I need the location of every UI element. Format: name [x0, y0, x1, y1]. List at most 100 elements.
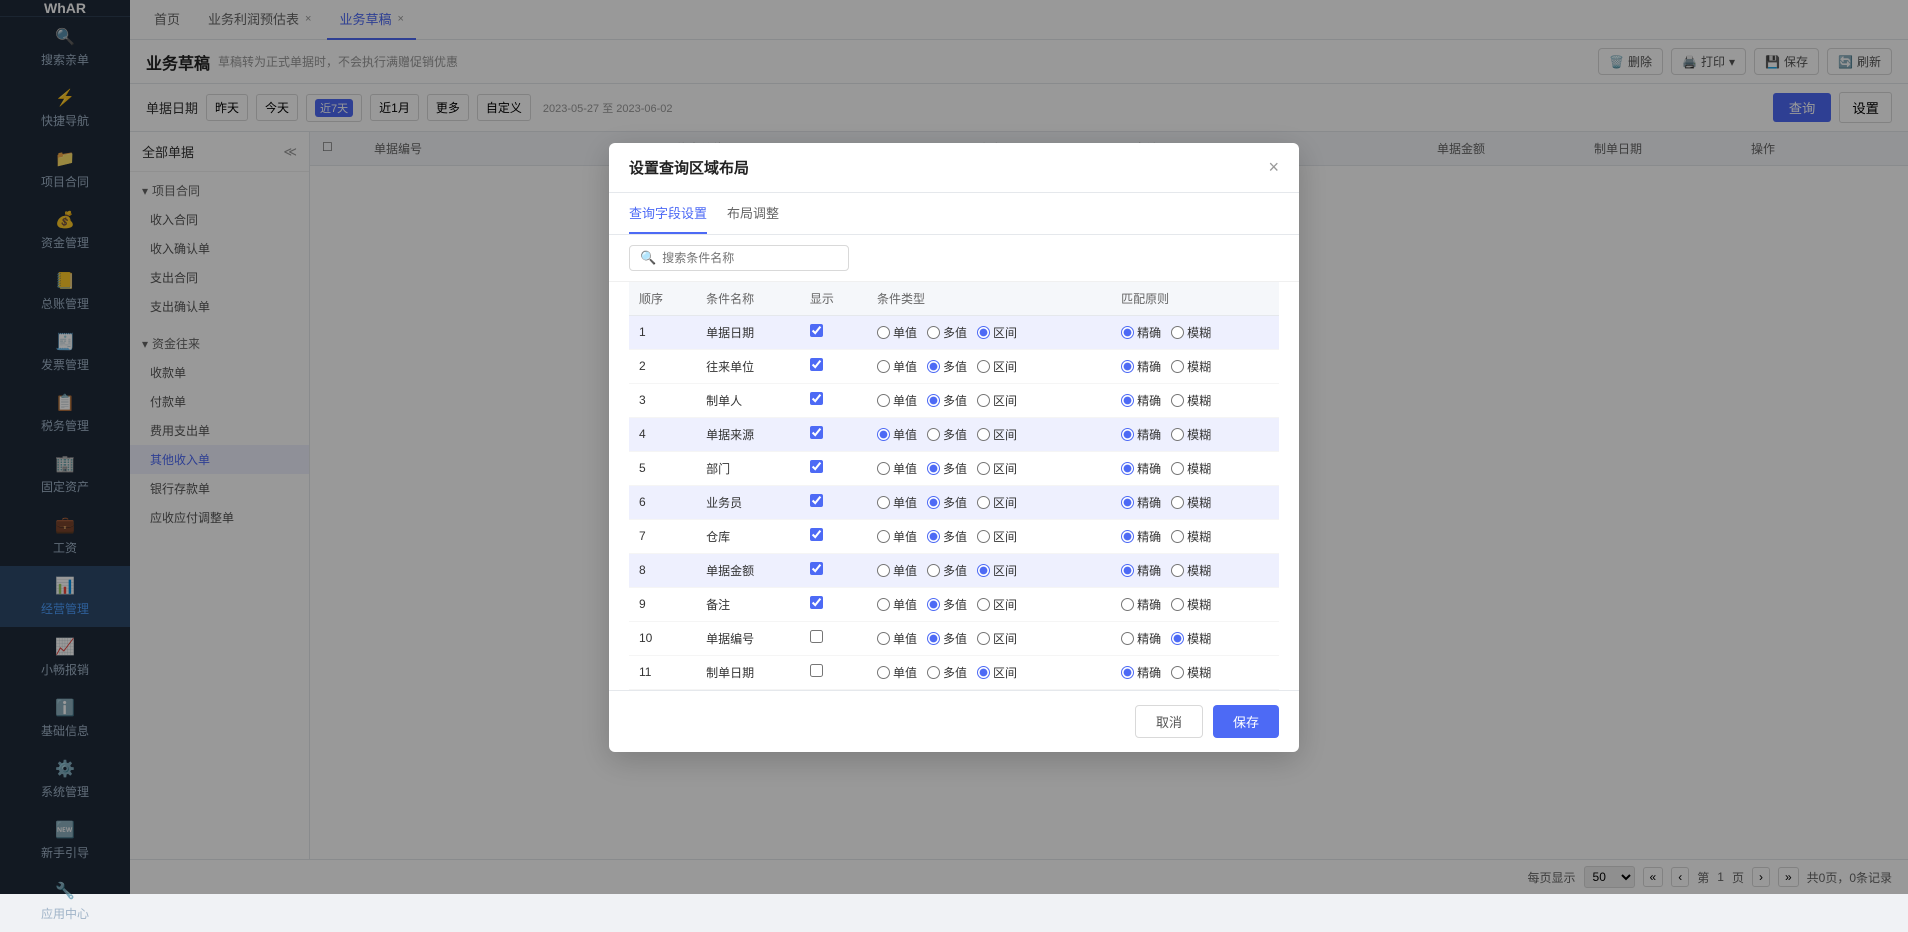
- display-checkbox[interactable]: [810, 494, 823, 507]
- type-radio-option[interactable]: 区间: [977, 494, 1017, 511]
- type-radio-单值[interactable]: [877, 428, 890, 441]
- type-radio-option[interactable]: 单值: [877, 528, 917, 545]
- type-radio-多值[interactable]: [927, 462, 940, 475]
- type-radio-多值[interactable]: [927, 632, 940, 645]
- match-radio-精确[interactable]: [1121, 530, 1134, 543]
- match-radio-精确[interactable]: [1121, 428, 1134, 441]
- type-radio-option[interactable]: 区间: [977, 664, 1017, 681]
- match-radio-option[interactable]: 模糊: [1171, 324, 1211, 341]
- display-checkbox[interactable]: [810, 562, 823, 575]
- match-radio-模糊[interactable]: [1171, 564, 1184, 577]
- match-radio-精确[interactable]: [1121, 360, 1134, 373]
- match-radio-模糊[interactable]: [1171, 326, 1184, 339]
- match-radio-option[interactable]: 模糊: [1171, 562, 1211, 579]
- type-radio-option[interactable]: 单值: [877, 562, 917, 579]
- type-radio-option[interactable]: 多值: [927, 460, 967, 477]
- type-radio-option[interactable]: 单值: [877, 630, 917, 647]
- type-radio-option[interactable]: 多值: [927, 358, 967, 375]
- type-radio-单值[interactable]: [877, 496, 890, 509]
- type-radio-单值[interactable]: [877, 632, 890, 645]
- display-checkbox[interactable]: [810, 630, 823, 643]
- type-radio-option[interactable]: 单值: [877, 494, 917, 511]
- type-radio-区间[interactable]: [977, 598, 990, 611]
- type-radio-区间[interactable]: [977, 632, 990, 645]
- match-radio-option[interactable]: 模糊: [1171, 664, 1211, 681]
- type-radio-多值[interactable]: [927, 360, 940, 373]
- match-radio-模糊[interactable]: [1171, 496, 1184, 509]
- match-radio-option[interactable]: 精确: [1121, 426, 1161, 443]
- type-radio-区间[interactable]: [977, 496, 990, 509]
- match-radio-模糊[interactable]: [1171, 530, 1184, 543]
- type-radio-option[interactable]: 单值: [877, 392, 917, 409]
- type-radio-多值[interactable]: [927, 598, 940, 611]
- match-radio-option[interactable]: 精确: [1121, 392, 1161, 409]
- type-radio-option[interactable]: 区间: [977, 392, 1017, 409]
- type-radio-区间[interactable]: [977, 564, 990, 577]
- modal-tab-layout-adjust[interactable]: 布局调整: [727, 193, 779, 234]
- match-radio-option[interactable]: 模糊: [1171, 426, 1211, 443]
- match-radio-模糊[interactable]: [1171, 394, 1184, 407]
- match-radio-option[interactable]: 模糊: [1171, 358, 1211, 375]
- type-radio-多值[interactable]: [927, 666, 940, 679]
- match-radio-模糊[interactable]: [1171, 666, 1184, 679]
- type-radio-区间[interactable]: [977, 666, 990, 679]
- type-radio-option[interactable]: 区间: [977, 324, 1017, 341]
- type-radio-option[interactable]: 多值: [927, 596, 967, 613]
- type-radio-option[interactable]: 单值: [877, 426, 917, 443]
- type-radio-option[interactable]: 单值: [877, 664, 917, 681]
- type-radio-单值[interactable]: [877, 326, 890, 339]
- type-radio-option[interactable]: 多值: [927, 494, 967, 511]
- modal-search-input[interactable]: [662, 251, 822, 265]
- type-radio-多值[interactable]: [927, 326, 940, 339]
- match-radio-option[interactable]: 模糊: [1171, 494, 1211, 511]
- match-radio-精确[interactable]: [1121, 564, 1134, 577]
- type-radio-区间[interactable]: [977, 462, 990, 475]
- display-checkbox[interactable]: [810, 460, 823, 473]
- type-radio-option[interactable]: 区间: [977, 562, 1017, 579]
- match-radio-模糊[interactable]: [1171, 598, 1184, 611]
- display-checkbox[interactable]: [810, 358, 823, 371]
- type-radio-单值[interactable]: [877, 564, 890, 577]
- match-radio-模糊[interactable]: [1171, 360, 1184, 373]
- type-radio-option[interactable]: 多值: [927, 392, 967, 409]
- type-radio-option[interactable]: 区间: [977, 426, 1017, 443]
- match-radio-option[interactable]: 精确: [1121, 596, 1161, 613]
- type-radio-单值[interactable]: [877, 360, 890, 373]
- match-radio-option[interactable]: 模糊: [1171, 528, 1211, 545]
- type-radio-option[interactable]: 区间: [977, 596, 1017, 613]
- type-radio-区间[interactable]: [977, 360, 990, 373]
- modal-tab-field-settings[interactable]: 查询字段设置: [629, 193, 707, 234]
- type-radio-option[interactable]: 多值: [927, 664, 967, 681]
- type-radio-option[interactable]: 多值: [927, 426, 967, 443]
- match-radio-option[interactable]: 模糊: [1171, 392, 1211, 409]
- type-radio-多值[interactable]: [927, 496, 940, 509]
- type-radio-多值[interactable]: [927, 428, 940, 441]
- match-radio-option[interactable]: 精确: [1121, 528, 1161, 545]
- match-radio-模糊[interactable]: [1171, 462, 1184, 475]
- display-checkbox[interactable]: [810, 596, 823, 609]
- type-radio-多值[interactable]: [927, 564, 940, 577]
- match-radio-精确[interactable]: [1121, 394, 1134, 407]
- match-radio-模糊[interactable]: [1171, 632, 1184, 645]
- type-radio-option[interactable]: 区间: [977, 358, 1017, 375]
- type-radio-区间[interactable]: [977, 394, 990, 407]
- type-radio-option[interactable]: 多值: [927, 630, 967, 647]
- match-radio-option[interactable]: 模糊: [1171, 596, 1211, 613]
- match-radio-option[interactable]: 精确: [1121, 562, 1161, 579]
- display-checkbox[interactable]: [810, 426, 823, 439]
- match-radio-option[interactable]: 精确: [1121, 460, 1161, 477]
- match-radio-精确[interactable]: [1121, 462, 1134, 475]
- match-radio-option[interactable]: 模糊: [1171, 630, 1211, 647]
- display-checkbox[interactable]: [810, 664, 823, 677]
- match-radio-精确[interactable]: [1121, 598, 1134, 611]
- type-radio-option[interactable]: 区间: [977, 630, 1017, 647]
- display-checkbox[interactable]: [810, 324, 823, 337]
- type-radio-option[interactable]: 多值: [927, 324, 967, 341]
- modal-save-button[interactable]: 保存: [1213, 705, 1279, 738]
- match-radio-option[interactable]: 模糊: [1171, 460, 1211, 477]
- match-radio-option[interactable]: 精确: [1121, 630, 1161, 647]
- match-radio-精确[interactable]: [1121, 326, 1134, 339]
- match-radio-option[interactable]: 精确: [1121, 358, 1161, 375]
- modal-overlay[interactable]: 设置查询区域布局 × 查询字段设置 布局调整 🔍: [0, 0, 1908, 894]
- type-radio-单值[interactable]: [877, 462, 890, 475]
